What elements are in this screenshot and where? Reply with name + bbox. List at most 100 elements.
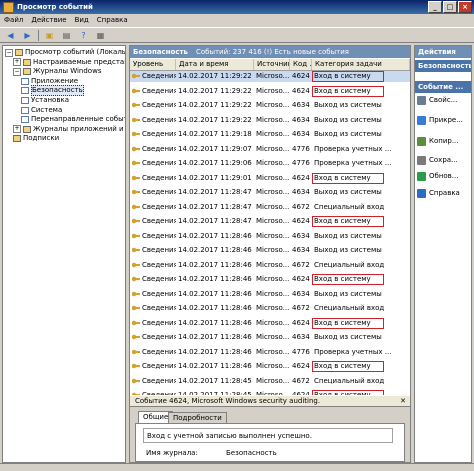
menu-action[interactable]: Действие bbox=[31, 16, 66, 24]
table-row[interactable]: Сведения 14.02.2017 11:28:47 Microso... 462… bbox=[130, 216, 410, 227]
cell-text: 14.02.2017 11:28:47 bbox=[178, 188, 252, 196]
table-row[interactable]: Сведения 14.02.2017 11:28:45 Microso... 467… bbox=[130, 376, 410, 387]
navigation-tree: − Просмотр событий (Локальный) + Настраивае… bbox=[2, 45, 126, 463]
actions-section-event[interactable]: Событие ... bbox=[415, 81, 471, 93]
cell-source: Microso... bbox=[254, 216, 290, 227]
key-icon bbox=[132, 276, 140, 282]
log-name-label: Имя журнала: bbox=[146, 449, 198, 457]
action-item[interactable]: Сохра... bbox=[417, 154, 458, 166]
cell-text: 14.02.2017 11:28:46 bbox=[178, 347, 252, 356]
cell-code: 4634 bbox=[290, 289, 312, 300]
column-level[interactable]: Уровень bbox=[130, 59, 176, 70]
tree-item[interactable]: Безопасность bbox=[21, 85, 84, 97]
table-row[interactable]: Сведения 14.02.2017 11:29:22 Microso... 462… bbox=[130, 71, 410, 82]
cell-date: 14.02.2017 11:28:46 bbox=[176, 361, 254, 372]
folder-icon bbox=[23, 68, 31, 76]
table-row[interactable]: Сведения 14.02.2017 11:29:18 Microso... 463… bbox=[130, 129, 410, 140]
column-datetime[interactable]: Дата и время bbox=[176, 59, 254, 70]
cell-category: Выход из системы bbox=[312, 289, 410, 300]
cell-text: Сведения bbox=[142, 318, 176, 327]
table-row[interactable]: Сведения 14.02.2017 11:28:47 Microso... 463… bbox=[130, 187, 410, 198]
tree-item-label: Журналы Windows bbox=[33, 67, 102, 76]
table-row[interactable]: Сведения 14.02.2017 11:28:45 Microso... 462… bbox=[130, 390, 410, 395]
table-row[interactable]: Сведения 14.02.2017 11:28:46 Microso... 462… bbox=[130, 361, 410, 372]
cell-code: 4634 bbox=[290, 245, 312, 256]
cell-date: 14.02.2017 11:28:46 bbox=[176, 245, 254, 256]
table-row[interactable]: Сведения 14.02.2017 11:28:46 Microso... 467… bbox=[130, 260, 410, 271]
cell-text: Microso... bbox=[256, 231, 290, 240]
menu-view[interactable]: Вид bbox=[75, 16, 89, 24]
table-row[interactable]: Сведения 14.02.2017 11:29:22 Microso... 462… bbox=[130, 85, 410, 97]
properties-icon[interactable]: ▤ bbox=[60, 29, 73, 42]
tree-item[interactable]: Перенаправленные события bbox=[21, 115, 125, 124]
filter-icon[interactable]: ▦ bbox=[94, 29, 107, 42]
up-folder-icon[interactable]: ▣ bbox=[43, 29, 56, 42]
table-row[interactable]: Сведения 14.02.2017 11:28:46 Microso... 462… bbox=[130, 274, 410, 285]
expand-icon[interactable]: + bbox=[13, 125, 21, 134]
table-row[interactable]: Сведения 14.02.2017 11:29:01 Microso... 462… bbox=[130, 172, 410, 184]
action-label: Сохра... bbox=[429, 156, 458, 164]
tree-item[interactable]: − Просмотр событий (Локальный) bbox=[5, 48, 125, 57]
highlight-box bbox=[312, 390, 384, 395]
table-row[interactable]: Сведения 14.02.2017 11:28:46 Microso... 467… bbox=[130, 303, 410, 314]
table-row[interactable]: Сведения 14.02.2017 11:29:22 Microso... 463… bbox=[130, 100, 410, 111]
cell-text: Microso... bbox=[256, 260, 290, 269]
cell-text: 4672 bbox=[292, 376, 310, 385]
collapse-icon[interactable]: − bbox=[13, 67, 21, 76]
collapse-icon[interactable]: − bbox=[5, 48, 13, 57]
table-row[interactable]: Сведения 14.02.2017 11:28:46 Microso... 463… bbox=[130, 289, 410, 300]
tree-item[interactable]: Установка bbox=[21, 96, 69, 105]
table-row[interactable]: Сведения 14.02.2017 11:29:22 Microso... 463… bbox=[130, 115, 410, 126]
column-source[interactable]: Источник bbox=[254, 59, 290, 70]
expand-icon[interactable]: + bbox=[13, 58, 21, 67]
cell-source: Microso... bbox=[254, 303, 290, 314]
back-icon[interactable]: ◀ bbox=[4, 29, 17, 42]
cell-source: Microso... bbox=[254, 361, 290, 372]
forward-icon[interactable]: ▶ bbox=[21, 29, 34, 42]
actions-section-security[interactable]: Безопасность bbox=[415, 60, 471, 72]
cell-text: 14.02.2017 11:29:22 bbox=[178, 86, 252, 95]
table-row[interactable]: Сведения 14.02.2017 11:28:47 Microso... 467… bbox=[130, 202, 410, 213]
menu-file[interactable]: Файл bbox=[4, 16, 23, 24]
close-button[interactable]: × bbox=[458, 1, 472, 13]
close-icon[interactable]: ✕ bbox=[400, 396, 406, 407]
cell-category: Выход из системы bbox=[312, 115, 410, 126]
action-item[interactable]: Свойс... bbox=[417, 94, 457, 106]
cell-text: 14.02.2017 11:28:46 bbox=[178, 260, 252, 269]
cell-text: Microso... bbox=[256, 289, 290, 298]
tree-item[interactable]: − Журналы Windows bbox=[13, 67, 101, 76]
tree-item[interactable]: + Настраиваемые представления bbox=[13, 57, 125, 67]
table-row[interactable]: Сведения 14.02.2017 11:28:46 Microso... 463… bbox=[130, 231, 410, 242]
cell-code: 4776 bbox=[290, 158, 312, 169]
tree-item-label: Настраиваемые представления bbox=[33, 57, 125, 66]
table-row[interactable]: Сведения 14.02.2017 11:28:46 Microso... 463… bbox=[130, 245, 410, 256]
action-item[interactable]: Прикре... bbox=[417, 114, 463, 126]
cell-text: Сведения bbox=[142, 289, 176, 298]
cell-text: Сведения bbox=[142, 333, 176, 341]
menu-help[interactable]: Справка bbox=[97, 16, 128, 24]
minimize-button[interactable]: _ bbox=[428, 1, 442, 13]
column-code[interactable]: Код ... bbox=[290, 59, 312, 70]
table-row[interactable]: Сведения 14.02.2017 11:28:46 Microso... 477… bbox=[130, 347, 410, 358]
table-row[interactable]: Сведения 14.02.2017 11:29:06 Microso... 477… bbox=[130, 158, 410, 169]
cell-text: Сведения bbox=[142, 376, 176, 385]
tree-item[interactable]: Подписки bbox=[13, 134, 59, 143]
tree-item[interactable]: Система bbox=[21, 106, 62, 115]
help-icon[interactable]: ? bbox=[77, 29, 90, 42]
action-item[interactable]: Справка bbox=[417, 187, 460, 199]
cell-text: Microso... bbox=[256, 115, 290, 124]
column-category[interactable]: Категория задачи bbox=[312, 59, 410, 70]
action-item[interactable]: Обнов... bbox=[417, 170, 459, 182]
table-row[interactable]: Сведения 14.02.2017 11:28:46 Microso... 463… bbox=[130, 332, 410, 343]
event-message[interactable]: Вход с учетной записью выполнен успешно. bbox=[143, 428, 393, 443]
maximize-button[interactable]: □ bbox=[443, 1, 457, 13]
table-row[interactable]: Сведения 14.02.2017 11:29:07 Microso... 477… bbox=[130, 144, 410, 155]
key-icon bbox=[132, 334, 140, 340]
table-row[interactable]: Сведения 14.02.2017 11:28:46 Microso... 462… bbox=[130, 317, 410, 329]
cell-text: 14.02.2017 11:29:06 bbox=[178, 159, 252, 167]
tree-item[interactable]: + Журналы приложений и служб bbox=[13, 125, 125, 134]
cell-source: Microso... bbox=[254, 332, 290, 343]
action-item[interactable]: Копир... bbox=[417, 135, 459, 147]
action-label: Справка bbox=[429, 189, 460, 197]
cell-category: Специальный вход bbox=[312, 376, 410, 387]
